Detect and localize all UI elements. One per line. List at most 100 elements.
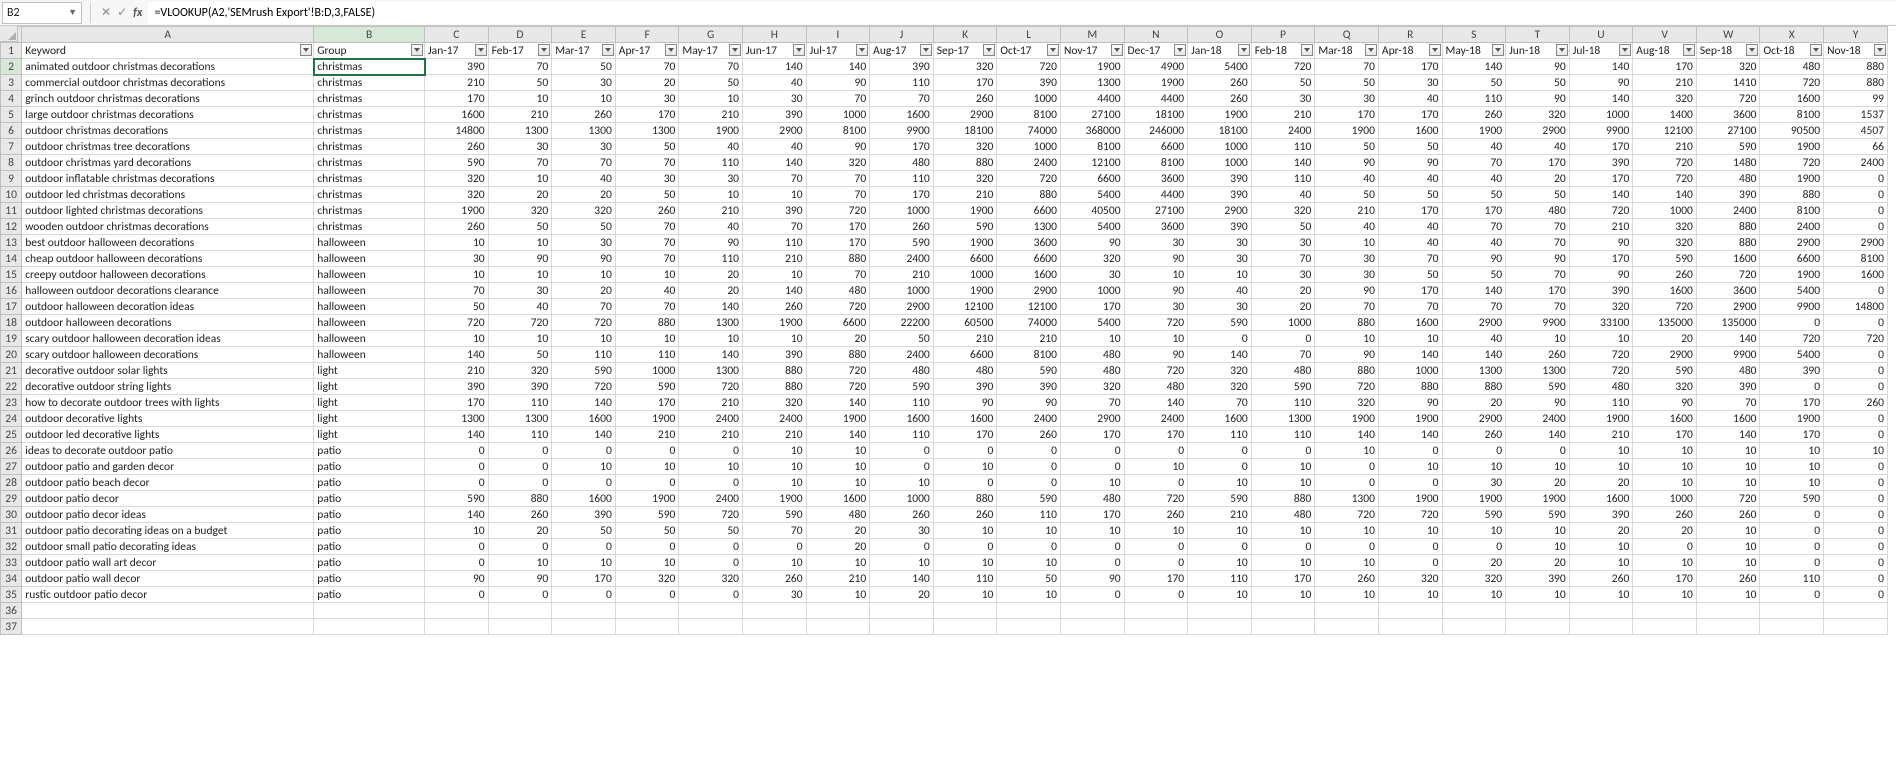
- filter-dropdown-icon[interactable]: [1047, 44, 1059, 56]
- cell-value[interactable]: 70: [615, 235, 679, 251]
- cell-value[interactable]: 70: [1315, 299, 1379, 315]
- cell-value[interactable]: 590: [1633, 251, 1697, 267]
- header-month[interactable]: Feb-17: [488, 43, 552, 59]
- cell-value[interactable]: 210: [1251, 107, 1315, 123]
- cell-value[interactable]: 0: [933, 475, 997, 491]
- cell-value[interactable]: 8100: [1760, 203, 1824, 219]
- cell-value[interactable]: 170: [1060, 427, 1124, 443]
- cell-value[interactable]: 110: [870, 427, 934, 443]
- cell-value[interactable]: 1300: [679, 363, 743, 379]
- cell-group[interactable]: patio: [314, 587, 425, 603]
- cell-value[interactable]: 260: [1188, 75, 1252, 91]
- row-header[interactable]: 12: [1, 219, 22, 235]
- cell-value[interactable]: 10: [488, 267, 552, 283]
- cell-value[interactable]: 110: [488, 427, 552, 443]
- cell-value[interactable]: 40: [1315, 171, 1379, 187]
- cell-value[interactable]: 20: [1569, 523, 1633, 539]
- cell-value[interactable]: 8100: [997, 347, 1061, 363]
- cell-value[interactable]: 0: [997, 539, 1061, 555]
- cell-value[interactable]: 260: [1824, 395, 1888, 411]
- cell-value[interactable]: 30: [552, 75, 616, 91]
- cell-value[interactable]: 1600: [933, 411, 997, 427]
- cell-value[interactable]: 20: [488, 523, 552, 539]
- cell-value[interactable]: 40: [552, 171, 616, 187]
- cell-value[interactable]: 320: [1315, 395, 1379, 411]
- cell-group[interactable]: patio: [314, 507, 425, 523]
- cell-value[interactable]: 1900: [1506, 491, 1570, 507]
- cell-value[interactable]: 10: [425, 331, 489, 347]
- cell-value[interactable]: 10: [552, 459, 616, 475]
- cell-value[interactable]: 1480: [1696, 155, 1760, 171]
- cell-value[interactable]: 320: [1633, 91, 1697, 107]
- cell-value[interactable]: 480: [806, 507, 870, 523]
- cell-value[interactable]: 480: [1124, 379, 1188, 395]
- cell-value[interactable]: 880: [997, 187, 1061, 203]
- cell-value[interactable]: 70: [806, 187, 870, 203]
- cell-value[interactable]: 140: [1696, 331, 1760, 347]
- cell-value[interactable]: 10: [1442, 459, 1506, 475]
- row-header[interactable]: 32: [1, 539, 22, 555]
- cell-value[interactable]: 2900: [1442, 315, 1506, 331]
- cell-value[interactable]: 90: [679, 235, 743, 251]
- filter-dropdown-icon[interactable]: [920, 44, 932, 56]
- header-month[interactable]: Jan-18: [1188, 43, 1252, 59]
- cell-value[interactable]: 110: [997, 507, 1061, 523]
- cell-value[interactable]: 0: [488, 459, 552, 475]
- cell-value[interactable]: 1600: [425, 107, 489, 123]
- header-month[interactable]: Aug-17: [870, 43, 934, 59]
- cell-value[interactable]: 1300: [1442, 363, 1506, 379]
- cell-value[interactable]: 110: [870, 75, 934, 91]
- cell-value[interactable]: 1900: [1124, 75, 1188, 91]
- column-header[interactable]: E: [552, 27, 616, 43]
- cell-value[interactable]: 20: [806, 539, 870, 555]
- cell-value[interactable]: 1000: [1633, 491, 1697, 507]
- cell-empty[interactable]: [1824, 619, 1888, 635]
- cell-value[interactable]: 170: [1124, 571, 1188, 587]
- cell-value[interactable]: 50: [1378, 267, 1442, 283]
- fx-icon[interactable]: fx: [133, 6, 142, 20]
- cell-value[interactable]: 390: [425, 59, 489, 75]
- cell-value[interactable]: 0: [1760, 555, 1824, 571]
- cell-value[interactable]: 90: [1315, 283, 1379, 299]
- cell-value[interactable]: 260: [1633, 267, 1697, 283]
- cell-value[interactable]: 390: [1760, 363, 1824, 379]
- cell-value[interactable]: 6600: [1760, 251, 1824, 267]
- cell-value[interactable]: 0: [1124, 555, 1188, 571]
- cell-value[interactable]: 110: [870, 395, 934, 411]
- cell-value[interactable]: 10: [1188, 267, 1252, 283]
- cell-value[interactable]: 1000: [870, 283, 934, 299]
- cell-value[interactable]: 260: [1506, 347, 1570, 363]
- cell-value[interactable]: 170: [1378, 59, 1442, 75]
- cell-value[interactable]: 70: [488, 155, 552, 171]
- row-header[interactable]: 31: [1, 523, 22, 539]
- cell-value[interactable]: 18100: [1188, 123, 1252, 139]
- cell-value[interactable]: 1600: [1569, 491, 1633, 507]
- cell-keyword[interactable]: cheap outdoor halloween decorations: [22, 251, 314, 267]
- cell-value[interactable]: 10: [1124, 331, 1188, 347]
- cell-value[interactable]: 30: [552, 139, 616, 155]
- cell-value[interactable]: 210: [806, 571, 870, 587]
- cell-value[interactable]: 10: [1506, 331, 1570, 347]
- cell-value[interactable]: 90: [1506, 59, 1570, 75]
- cell-value[interactable]: 10: [488, 555, 552, 571]
- cell-empty[interactable]: [1506, 603, 1570, 619]
- cell-value[interactable]: 320: [933, 171, 997, 187]
- spreadsheet-grid[interactable]: ABCDEFGHIJKLMNOPQRSTUVWXY 1KeywordGroupJ…: [0, 26, 1888, 635]
- cell-empty[interactable]: [870, 619, 934, 635]
- cell-value[interactable]: 12100: [933, 299, 997, 315]
- cell-value[interactable]: 2400: [1824, 155, 1888, 171]
- cell-empty[interactable]: [425, 603, 489, 619]
- cell-empty[interactable]: [22, 603, 314, 619]
- cell-value[interactable]: 390: [1188, 171, 1252, 187]
- cell-value[interactable]: 320: [425, 187, 489, 203]
- cell-value[interactable]: 0: [1760, 507, 1824, 523]
- cell-value[interactable]: 50: [1251, 75, 1315, 91]
- cell-value[interactable]: 140: [870, 571, 934, 587]
- cell-value[interactable]: 2400: [870, 347, 934, 363]
- cell-value[interactable]: 880: [1315, 315, 1379, 331]
- cell-value[interactable]: 140: [1633, 187, 1697, 203]
- cell-value[interactable]: 720: [1315, 379, 1379, 395]
- cell-value[interactable]: 20: [679, 283, 743, 299]
- filter-dropdown-icon[interactable]: [729, 44, 741, 56]
- cell-value[interactable]: 10: [425, 523, 489, 539]
